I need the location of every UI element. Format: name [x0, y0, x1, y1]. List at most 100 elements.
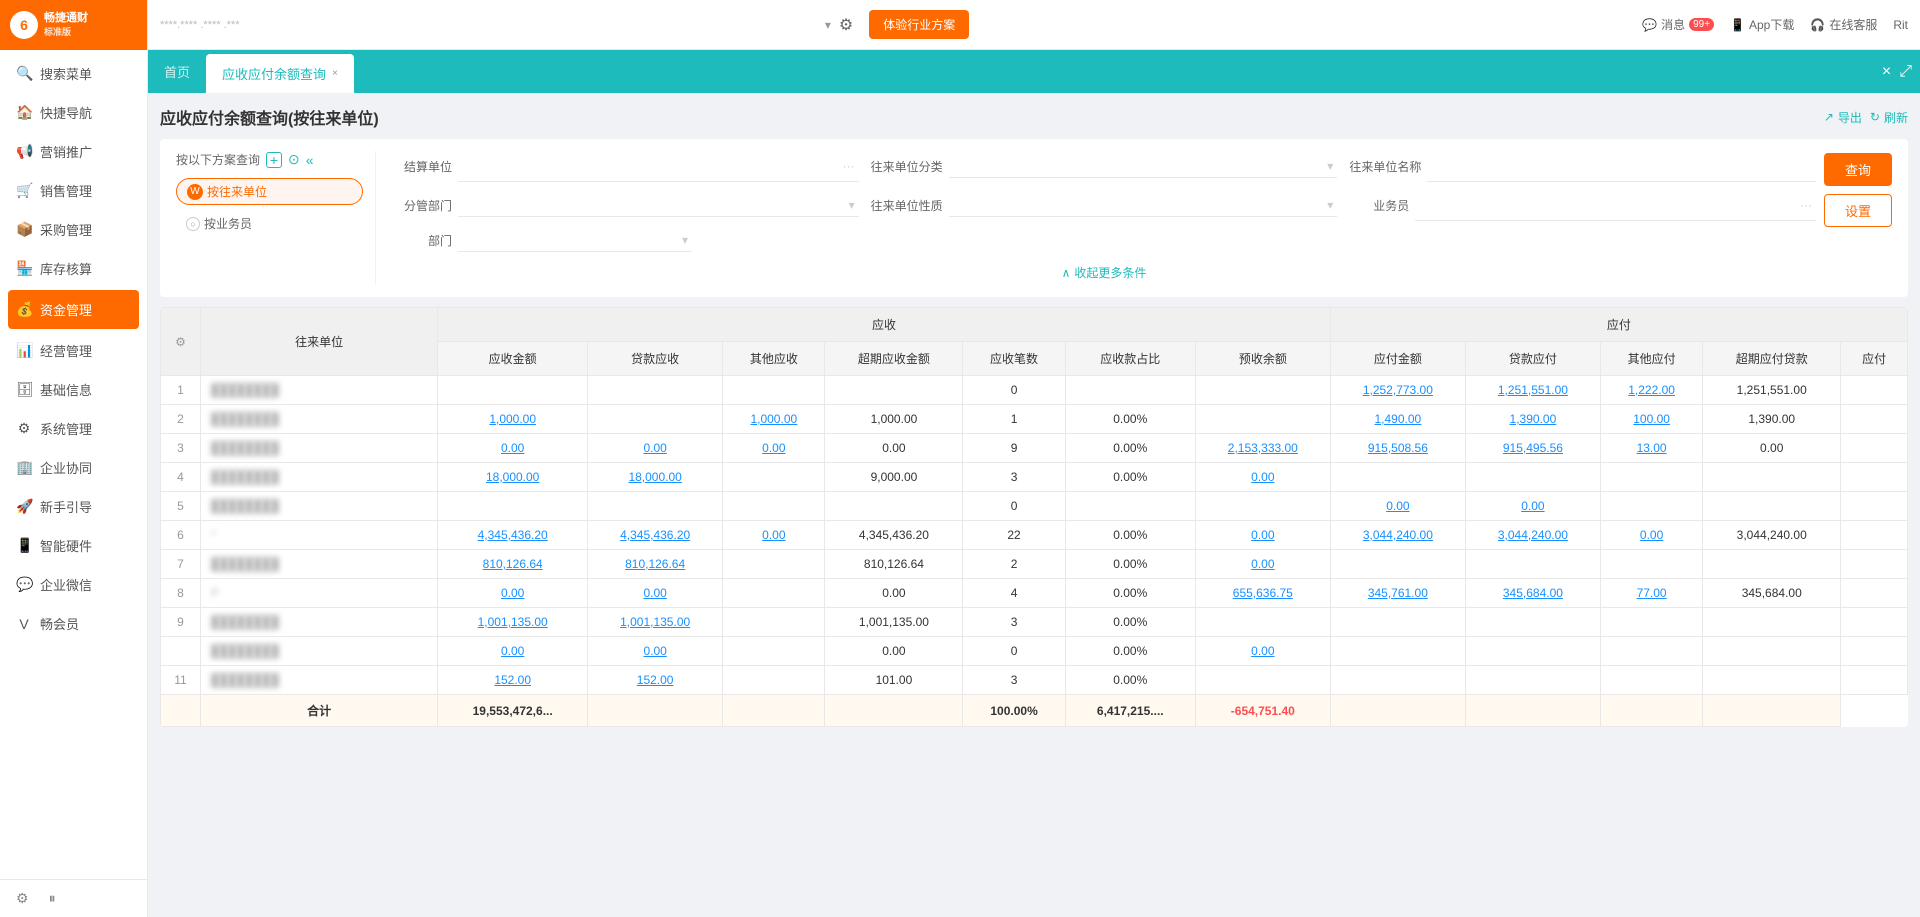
row-seq: 6: [161, 521, 201, 550]
table-cell-link[interactable]: 3,044,240.00: [1498, 528, 1568, 542]
window-close-icon[interactable]: ×: [1882, 63, 1891, 81]
tab-close-icon[interactable]: ×: [332, 68, 338, 79]
table-cell-link[interactable]: 810,126.64: [625, 557, 685, 571]
sidebar-item-quicknav[interactable]: 🏠 快捷导航: [0, 93, 147, 132]
table-cell-link[interactable]: 3,044,240.00: [1363, 528, 1433, 542]
window-max-icon[interactable]: ⤢: [1899, 63, 1912, 81]
table-cell-link[interactable]: 915,508.56: [1368, 441, 1428, 455]
table-cell-link[interactable]: 77.00: [1637, 586, 1667, 600]
filter-collapse-section: ∧ 收起更多条件: [392, 260, 1816, 285]
table-cell-link[interactable]: 152.00: [637, 673, 674, 687]
settings-icon[interactable]: ⚙: [16, 890, 29, 907]
table-cell-link[interactable]: 0.00: [762, 441, 785, 455]
table-cell-link[interactable]: 0.00: [762, 528, 785, 542]
tab-query[interactable]: 应收应付余额查询 ×: [206, 54, 354, 93]
table-cell-link[interactable]: 0.00: [501, 441, 524, 455]
tab-home[interactable]: 首页: [148, 52, 206, 91]
sidebar-item-label: 快捷导航: [40, 103, 92, 122]
collapse-icon[interactable]: ⏸: [49, 890, 56, 907]
scheme-selector: 按以下方案查询 + ⊙ « W 按往来单位 ○ 按业务员: [176, 151, 376, 285]
scheme-by-salesman[interactable]: ○ 按业务员: [176, 211, 363, 236]
table-cell-link[interactable]: 0.00: [1251, 470, 1274, 484]
table-cell-link[interactable]: 18,000.00: [486, 470, 539, 484]
salesman-input[interactable]: [1419, 194, 1800, 216]
export-btn[interactable]: ↗ 导出: [1824, 109, 1862, 126]
sidebar-item-wechat[interactable]: 💬 企业微信: [0, 565, 147, 604]
sidebar-item-marketing[interactable]: 📢 营销推广: [0, 132, 147, 171]
sidebar-item-operations[interactable]: 📊 经营管理: [0, 331, 147, 370]
table-cell-link[interactable]: 345,761.00: [1368, 586, 1428, 600]
table-cell-link[interactable]: 810,126.64: [483, 557, 543, 571]
table-cell-link[interactable]: 1,390.00: [1510, 412, 1557, 426]
sidebar-item-inventory[interactable]: 🏪 库存核算: [0, 249, 147, 288]
table-cell-link[interactable]: 4,345,436.20: [620, 528, 690, 542]
sidebar-item-system[interactable]: ⚙ 系统管理: [0, 409, 147, 448]
partner-category-select[interactable]: ▾: [949, 155, 1338, 178]
sidebar-item-search[interactable]: 🔍 搜索菜单: [0, 54, 147, 93]
industry-btn[interactable]: 体验行业方案: [869, 10, 969, 39]
setting-scheme-icon[interactable]: ⊙: [288, 151, 300, 168]
table-gear-icon[interactable]: ⚙: [175, 335, 186, 349]
table-cell-link[interactable]: 915,495.56: [1503, 441, 1563, 455]
table-cell-link[interactable]: 0.00: [1521, 499, 1544, 513]
table-cell-link[interactable]: 4,345,436.20: [478, 528, 548, 542]
table-cell-link[interactable]: 0.00: [643, 586, 666, 600]
table-cell-link[interactable]: 0.00: [1640, 528, 1663, 542]
table-cell-link[interactable]: 1,000.00: [489, 412, 536, 426]
table-cell-link[interactable]: 1,222.00: [1628, 383, 1675, 397]
table-cell-link[interactable]: 100.00: [1633, 412, 1670, 426]
table-cell-link[interactable]: 13.00: [1637, 441, 1667, 455]
add-scheme-icon[interactable]: +: [266, 152, 282, 168]
online-service-btn[interactable]: 🎧 在线客服: [1810, 16, 1877, 33]
sidebar-item-purchase[interactable]: 📦 采购管理: [0, 210, 147, 249]
sidebar-item-hardware[interactable]: 📱 智能硬件: [0, 526, 147, 565]
partner-name-input[interactable]: [1431, 155, 1812, 177]
table-cell-link[interactable]: 1,490.00: [1375, 412, 1422, 426]
table-cell-link[interactable]: 0.00: [1386, 499, 1409, 513]
table-cell-link[interactable]: 152.00: [494, 673, 531, 687]
collapse-scheme-icon[interactable]: «: [306, 152, 314, 168]
settlement-unit-input[interactable]: [462, 155, 843, 177]
sidebar-item-member[interactable]: V 畅会员: [0, 604, 147, 643]
dropdown-arrow-icon[interactable]: ▾: [825, 18, 831, 32]
refresh-btn[interactable]: ↻ 刷新: [1870, 109, 1908, 126]
collapse-btn[interactable]: ∧ 收起更多条件: [1062, 264, 1147, 281]
set-btn[interactable]: 设置: [1824, 194, 1892, 227]
table-cell-link[interactable]: 0.00: [1251, 644, 1274, 658]
table-cell-link[interactable]: 0.00: [501, 586, 524, 600]
table-cell-link[interactable]: 1,001,135.00: [478, 615, 548, 629]
table-cell-link[interactable]: 0.00: [1251, 528, 1274, 542]
table-cell-link[interactable]: 2,153,333.00: [1228, 441, 1298, 455]
table-cell-link[interactable]: 1,001,135.00: [620, 615, 690, 629]
app-download-btn[interactable]: 📱 App下载: [1730, 16, 1794, 33]
topbar-gear-icon[interactable]: ⚙: [839, 15, 853, 35]
data-table-container: ⚙ 往来单位 应收 应付 应收金额 贷款应收 其他应收 超期应收金额 应收笔数 …: [160, 307, 1908, 727]
table-total-row: 合计19,553,472,6...100.00%6,417,215....-65…: [161, 695, 1908, 727]
partner-nature-select[interactable]: ▾: [949, 194, 1338, 217]
table-cell-link[interactable]: 345,684.00: [1503, 586, 1563, 600]
dept-select[interactable]: ▾: [458, 229, 692, 252]
sidebar-item-finance[interactable]: 💰 资金管理: [8, 290, 139, 329]
table-cell-link[interactable]: 0.00: [643, 644, 666, 658]
table-cell-link[interactable]: 18,000.00: [628, 470, 681, 484]
row-partner: ^: [201, 521, 438, 550]
table-cell-link[interactable]: 1,251,551.00: [1498, 383, 1568, 397]
sidebar-item-basic[interactable]: 🗄 基础信息: [0, 370, 147, 409]
query-btn[interactable]: 查询: [1824, 153, 1892, 186]
table-cell-link[interactable]: 0.00: [1251, 557, 1274, 571]
table-cell-link[interactable]: 1,252,773.00: [1363, 383, 1433, 397]
sidebar-item-enterprise[interactable]: 🏢 企业协同: [0, 448, 147, 487]
notification-btn[interactable]: 💬 消息 99+: [1642, 16, 1714, 33]
dept-manager-select[interactable]: ▾: [458, 194, 859, 217]
scheme-by-partner[interactable]: W 按往来单位: [176, 178, 363, 205]
settlement-dots-icon[interactable]: ···: [843, 159, 855, 173]
table-cell-link[interactable]: 0.00: [643, 441, 666, 455]
sidebar-item-sales[interactable]: 🛒 销售管理: [0, 171, 147, 210]
table-cell-link[interactable]: 655,636.75: [1233, 586, 1293, 600]
table-cell-link[interactable]: 0.00: [501, 644, 524, 658]
sidebar-item-guide[interactable]: 🚀 新手引导: [0, 487, 147, 526]
salesman-dots-icon[interactable]: ···: [1800, 198, 1812, 212]
sidebar-item-label: 智能硬件: [40, 536, 92, 555]
notification-icon: 💬: [1642, 18, 1657, 32]
table-cell-link[interactable]: 1,000.00: [750, 412, 797, 426]
